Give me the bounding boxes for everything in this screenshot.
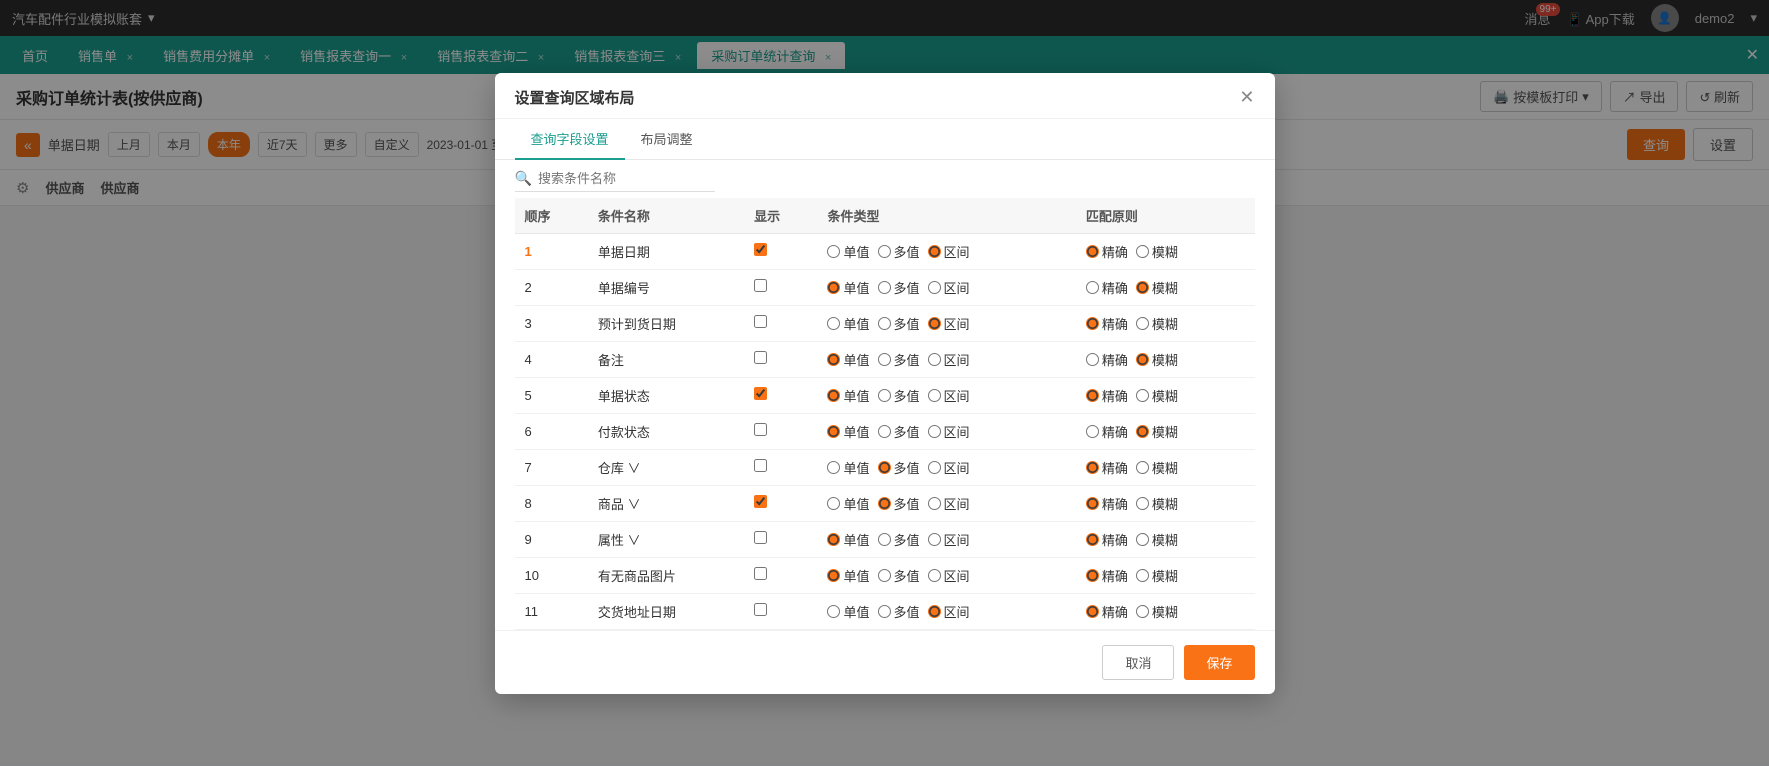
conditions-table: 顺序 条件名称 显示 条件类型 匹配原则 1单据日期单值多值区间精确模糊2单据编… bbox=[515, 198, 1255, 630]
row-display bbox=[744, 305, 817, 341]
row-name: 单据状态 bbox=[588, 377, 744, 413]
row-order: 2 bbox=[515, 269, 588, 305]
modal-tabs: 查询字段设置 布局调整 bbox=[495, 119, 1275, 160]
row-name: 仓库 ∨ bbox=[588, 449, 744, 485]
row-type: 单值多值区间 bbox=[817, 377, 1075, 413]
row-name: 预计到货日期 bbox=[588, 305, 744, 341]
search-input[interactable] bbox=[538, 171, 698, 186]
row-match: 精确模糊 bbox=[1076, 521, 1255, 557]
table-row: 4备注 单值多值区间精确模糊 bbox=[515, 341, 1255, 377]
table-row: 5单据状态 单值多值区间精确模糊 bbox=[515, 377, 1255, 413]
modal-footer: 取消 保存 bbox=[495, 630, 1275, 694]
table-row: 2单据编号 单值多值区间精确模糊 bbox=[515, 269, 1255, 305]
row-type: 单值多值区间 bbox=[817, 593, 1075, 629]
table-row: 7仓库 ∨ 单值多值区间精确模糊 bbox=[515, 449, 1255, 485]
row-order: 10 bbox=[515, 557, 588, 593]
display-checkbox[interactable] bbox=[754, 603, 767, 616]
row-display bbox=[744, 593, 817, 629]
row-display bbox=[744, 269, 817, 305]
table-row: 8商品 ∨ 单值多值区间精确模糊 bbox=[515, 485, 1255, 521]
display-checkbox[interactable] bbox=[754, 279, 767, 292]
table-row: 11交货地址日期 单值多值区间精确模糊 bbox=[515, 593, 1255, 629]
save-button[interactable]: 保存 bbox=[1184, 645, 1254, 680]
display-checkbox[interactable] bbox=[754, 315, 767, 328]
col-header-display: 显示 bbox=[744, 198, 817, 234]
display-checkbox[interactable] bbox=[754, 243, 767, 256]
row-type: 单值多值区间 bbox=[817, 413, 1075, 449]
modal-search-area: 🔍 bbox=[495, 160, 1275, 198]
display-checkbox[interactable] bbox=[754, 351, 767, 364]
display-checkbox[interactable] bbox=[754, 495, 767, 508]
row-match: 精确模糊 bbox=[1076, 377, 1255, 413]
row-match: 精确模糊 bbox=[1076, 485, 1255, 521]
row-display bbox=[744, 233, 817, 269]
row-order: 11 bbox=[515, 593, 588, 629]
row-type: 单值多值区间 bbox=[817, 521, 1075, 557]
row-match: 精确模糊 bbox=[1076, 269, 1255, 305]
row-order: 5 bbox=[515, 377, 588, 413]
row-type: 单值多值区间 bbox=[817, 305, 1075, 341]
col-header-order: 顺序 bbox=[515, 198, 588, 234]
row-name: 单据日期 bbox=[588, 233, 744, 269]
row-display bbox=[744, 413, 817, 449]
row-match: 精确模糊 bbox=[1076, 593, 1255, 629]
row-name: 交货地址日期 bbox=[588, 593, 744, 629]
display-checkbox[interactable] bbox=[754, 459, 767, 472]
row-display bbox=[744, 485, 817, 521]
row-type: 单值多值区间 bbox=[817, 269, 1075, 305]
row-type: 单值多值区间 bbox=[817, 557, 1075, 593]
row-order: 7 bbox=[515, 449, 588, 485]
cancel-button[interactable]: 取消 bbox=[1102, 645, 1174, 680]
row-match: 精确模糊 bbox=[1076, 449, 1255, 485]
settings-modal: 设置查询区域布局 ✕ 查询字段设置 布局调整 🔍 顺序 条件名称 显示 bbox=[495, 73, 1275, 694]
col-header-type: 条件类型 bbox=[817, 198, 1075, 234]
row-match: 精确模糊 bbox=[1076, 557, 1255, 593]
row-order: 9 bbox=[515, 521, 588, 557]
row-display bbox=[744, 377, 817, 413]
display-checkbox[interactable] bbox=[754, 567, 767, 580]
row-display bbox=[744, 557, 817, 593]
row-match: 精确模糊 bbox=[1076, 305, 1255, 341]
modal-table-wrap: 顺序 条件名称 显示 条件类型 匹配原则 1单据日期单值多值区间精确模糊2单据编… bbox=[495, 198, 1275, 630]
tab-query-fields[interactable]: 查询字段设置 bbox=[515, 119, 625, 160]
search-icon: 🔍 bbox=[515, 170, 532, 187]
display-checkbox[interactable] bbox=[754, 387, 767, 400]
row-display bbox=[744, 521, 817, 557]
row-name: 有无商品图片 bbox=[588, 557, 744, 593]
table-row: 6付款状态 单值多值区间精确模糊 bbox=[515, 413, 1255, 449]
modal-header: 设置查询区域布局 ✕ bbox=[495, 73, 1275, 119]
row-order: 8 bbox=[515, 485, 588, 521]
row-name: 付款状态 bbox=[588, 413, 744, 449]
modal-overlay: 设置查询区域布局 ✕ 查询字段设置 布局调整 🔍 顺序 条件名称 显示 bbox=[0, 0, 1769, 766]
col-header-name: 条件名称 bbox=[588, 198, 744, 234]
col-header-match: 匹配原则 bbox=[1076, 198, 1255, 234]
tab-layout-adjust[interactable]: 布局调整 bbox=[625, 119, 709, 160]
row-order: 1 bbox=[515, 233, 588, 269]
table-row: 9属性 ∨ 单值多值区间精确模糊 bbox=[515, 521, 1255, 557]
table-row: 10有无商品图片 单值多值区间精确模糊 bbox=[515, 557, 1255, 593]
row-type: 单值多值区间 bbox=[817, 233, 1075, 269]
row-name: 商品 ∨ bbox=[588, 485, 744, 521]
row-display bbox=[744, 449, 817, 485]
row-name: 备注 bbox=[588, 341, 744, 377]
display-checkbox[interactable] bbox=[754, 423, 767, 436]
row-order: 3 bbox=[515, 305, 588, 341]
search-wrap: 🔍 bbox=[515, 170, 715, 192]
display-checkbox[interactable] bbox=[754, 531, 767, 544]
row-type: 单值多值区间 bbox=[817, 485, 1075, 521]
row-order: 4 bbox=[515, 341, 588, 377]
row-type: 单值多值区间 bbox=[817, 341, 1075, 377]
row-match: 精确模糊 bbox=[1076, 413, 1255, 449]
row-type: 单值多值区间 bbox=[817, 449, 1075, 485]
row-name: 属性 ∨ bbox=[588, 521, 744, 557]
table-row: 1单据日期 单值多值区间精确模糊 bbox=[515, 233, 1255, 269]
modal-close-button[interactable]: ✕ bbox=[1239, 88, 1254, 106]
row-name: 单据编号 bbox=[588, 269, 744, 305]
row-match: 精确模糊 bbox=[1076, 233, 1255, 269]
row-display bbox=[744, 341, 817, 377]
table-row: 3预计到货日期 单值多值区间精确模糊 bbox=[515, 305, 1255, 341]
row-order: 6 bbox=[515, 413, 588, 449]
row-match: 精确模糊 bbox=[1076, 341, 1255, 377]
modal-title: 设置查询区域布局 bbox=[515, 87, 635, 108]
